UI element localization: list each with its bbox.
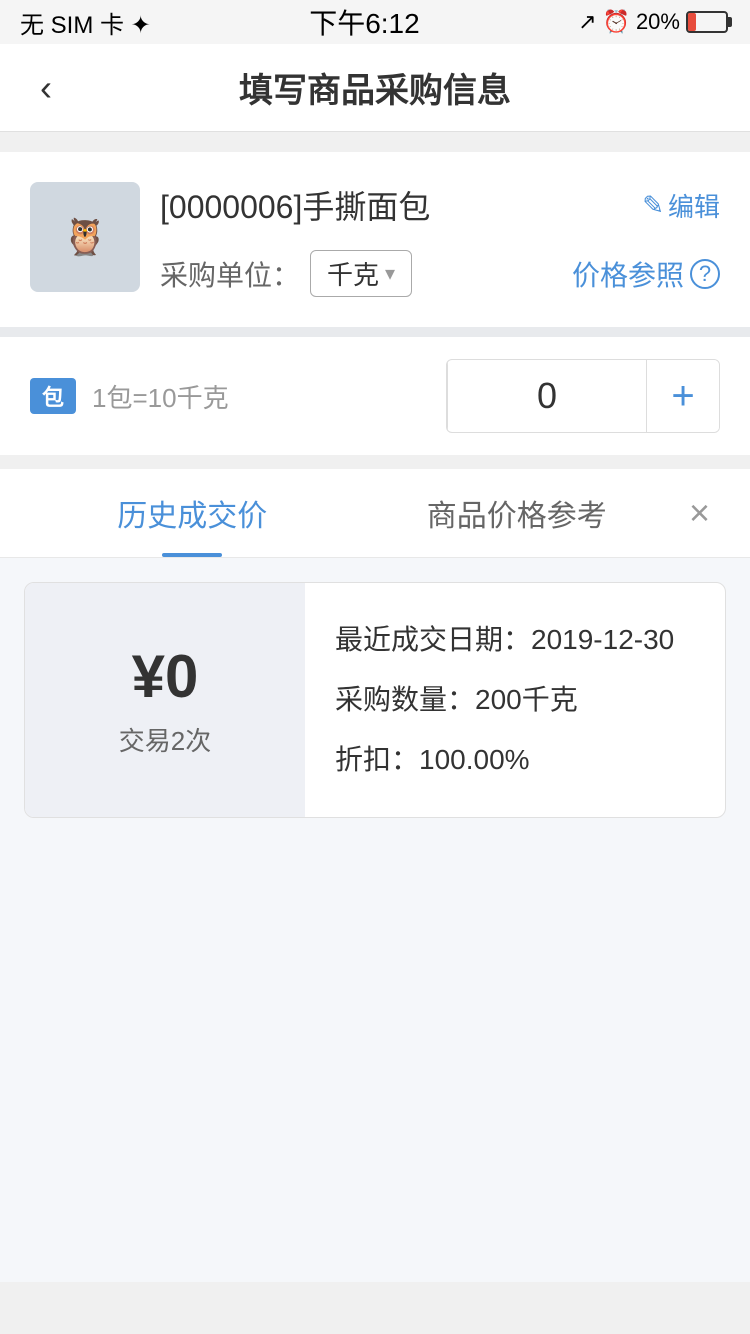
chevron-down-icon: ▾ — [385, 261, 395, 286]
status-icons: ↗ ⏰ 20% — [578, 9, 730, 35]
discount-key: 折扣： — [335, 744, 419, 775]
price-reference-button[interactable]: 价格参照 ? — [572, 254, 720, 294]
unit-prefix-label: 采购单位： — [160, 254, 300, 294]
tab-history-price[interactable]: 历史成交价 — [30, 469, 354, 557]
product-bottom-row: 采购单位： 千克 ▾ 价格参照 ? — [160, 250, 720, 297]
history-trades-count: 交易2次 — [119, 721, 211, 758]
battery-indicator — [686, 11, 730, 33]
battery-percent: 20% — [636, 9, 680, 35]
status-time: 下午6:12 — [309, 2, 420, 42]
edit-label: 编辑 — [668, 187, 720, 224]
quantity-value-text: 200千克 — [475, 684, 578, 715]
location-icon: ↗ — [578, 9, 596, 35]
pkg-label: 包 — [42, 380, 64, 412]
quantity-key: 采购数量： — [335, 684, 475, 715]
edit-icon: ✎ — [642, 190, 664, 221]
product-info: [0000006]手撕面包 ✎ 编辑 采购单位： 千克 ▾ 价格参照 ? — [160, 182, 720, 297]
history-price-card: ¥0 交易2次 最近成交日期：2019-12-30 采购数量：200千克 折扣：… — [24, 582, 726, 818]
tab-history-price-label: 历史成交价 — [117, 491, 267, 535]
alarm-icon: ⏰ — [603, 9, 630, 35]
pkg-ratio-text: 1包=10千克 — [92, 378, 229, 415]
history-price-details: 最近成交日期：2019-12-30 采购数量：200千克 折扣：100.00% — [305, 583, 725, 817]
date-key: 最近成交日期： — [335, 624, 531, 655]
quantity-value: 0 — [447, 360, 647, 432]
status-network: 无 SIM 卡 ✦ — [20, 5, 151, 40]
section-divider — [0, 327, 750, 337]
back-button[interactable]: ‹ — [30, 57, 62, 119]
nav-bar: ‹ 填写商品采购信息 — [0, 44, 750, 132]
edit-button[interactable]: ✎ 编辑 — [642, 187, 720, 224]
history-detail-discount: 折扣：100.00% — [335, 739, 695, 781]
tab-content: ¥0 交易2次 最近成交日期：2019-12-30 采购数量：200千克 折扣：… — [0, 582, 750, 1282]
unit-selector: 采购单位： 千克 ▾ — [160, 250, 412, 297]
history-detail-quantity: 采购数量：200千克 — [335, 679, 695, 721]
package-icon: 包 — [30, 378, 76, 414]
history-price-summary: ¥0 交易2次 — [25, 583, 305, 817]
history-detail-date: 最近成交日期：2019-12-30 — [335, 619, 695, 661]
tab-product-price-ref[interactable]: 商品价格参考 — [354, 469, 678, 557]
date-value: 2019-12-30 — [531, 624, 674, 655]
discount-value: 100.00% — [419, 744, 530, 775]
product-thumbnail: 🦉 — [30, 182, 140, 292]
currency-symbol: ¥ — [132, 643, 165, 710]
product-name: [0000006]手撕面包 — [160, 182, 430, 228]
close-icon[interactable]: × — [679, 482, 720, 544]
product-top-row: [0000006]手撕面包 ✎ 编辑 — [160, 182, 720, 228]
history-price-value: ¥0 — [132, 642, 199, 711]
tab-product-price-ref-label: 商品价格参考 — [427, 491, 607, 535]
unit-dropdown[interactable]: 千克 ▾ — [310, 250, 412, 297]
unit-value: 千克 — [327, 255, 379, 292]
product-logo-icon: 🦉 — [63, 216, 108, 258]
price-ref-label: 价格参照 — [572, 254, 684, 294]
tabs-container: 历史成交价 商品价格参考 × ¥0 交易2次 最近成交日期：2019-12-30… — [0, 469, 750, 1282]
quantity-label: 包 1包=10千克 — [30, 378, 229, 415]
quantity-control: 0 + — [446, 359, 720, 433]
quantity-plus-button[interactable]: + — [647, 360, 719, 432]
quantity-row: 包 1包=10千克 0 + — [0, 337, 750, 455]
page-title: 填写商品采购信息 — [239, 63, 511, 112]
status-bar: 无 SIM 卡 ✦ 下午6:12 ↗ ⏰ 20% — [0, 0, 750, 44]
tabs-header: 历史成交价 商品价格参考 × — [0, 469, 750, 558]
help-circle-icon: ? — [690, 259, 720, 289]
product-card: 🦉 [0000006]手撕面包 ✎ 编辑 采购单位： 千克 ▾ 价格参照 ? — [0, 152, 750, 327]
